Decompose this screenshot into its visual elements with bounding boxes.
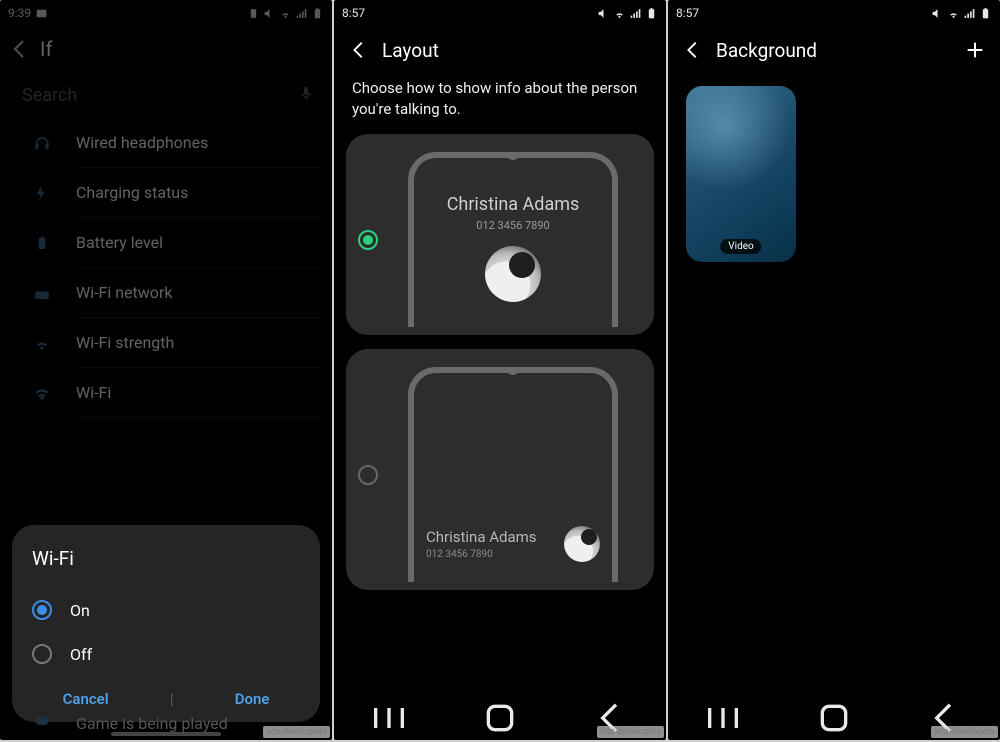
headphones-icon <box>32 133 52 153</box>
status-time: 8:57 <box>342 6 365 20</box>
contact-name: Christina Adams <box>426 528 537 546</box>
radio-icon <box>32 600 52 620</box>
device-frame-icon: Christina Adams 012 3456 7890 <box>408 367 618 582</box>
search-placeholder: Search <box>22 85 77 106</box>
status-bar: 8:57 <box>668 0 1000 26</box>
vibrate-icon <box>247 7 260 20</box>
device-frame-icon: Christina Adams 012 3456 7890 <box>408 152 618 327</box>
mic-icon[interactable] <box>298 83 314 107</box>
signal-icon <box>295 7 308 20</box>
search-input[interactable]: Search <box>0 72 332 118</box>
dialog-title: Wi-Fi <box>32 547 300 570</box>
home-indicator[interactable] <box>111 732 221 736</box>
wifi-icon <box>613 7 626 20</box>
phone-screenshot-3: 8:57 Background Video <box>668 0 1000 740</box>
wifi-router-icon <box>32 283 52 303</box>
thumbnail-badge: Video <box>720 239 761 254</box>
radio-option-on[interactable]: On <box>32 588 300 632</box>
mute-icon <box>597 7 610 20</box>
list-item[interactable]: Wi-Fi <box>76 368 320 418</box>
radio-option-off[interactable]: Off <box>32 632 300 676</box>
wifi-strength-icon <box>32 333 52 353</box>
list-item[interactable]: Wi-Fi strength <box>76 318 320 368</box>
back-chevron-icon[interactable] <box>348 39 370 61</box>
battery-icon <box>32 233 52 253</box>
battery-icon <box>311 7 324 20</box>
avatar <box>485 246 541 302</box>
list-item[interactable] <box>76 418 320 468</box>
watermark: xda-developers <box>263 726 330 738</box>
page-subtitle: Choose how to show info about the person… <box>334 74 666 134</box>
nav-home-icon[interactable] <box>814 706 854 730</box>
radio-icon <box>358 230 378 250</box>
background-thumbnail[interactable]: Video <box>686 86 796 262</box>
battery-icon <box>645 7 658 20</box>
layout-option-small[interactable]: Christina Adams 012 3456 7890 <box>346 349 654 590</box>
watermark: xda-developers <box>597 726 664 738</box>
gamepad-icon <box>32 713 52 733</box>
nav-recents-icon[interactable] <box>703 706 743 730</box>
status-bar: 9:39 <box>0 0 332 26</box>
header: If <box>0 26 332 72</box>
bluetooth-icon <box>32 433 52 453</box>
list-item[interactable]: Wired headphones <box>76 118 320 168</box>
page-title: Layout <box>382 39 439 62</box>
back-chevron-icon[interactable] <box>682 39 704 61</box>
phone-screenshot-1: 9:39 If Search <box>0 0 332 740</box>
signal-icon <box>963 7 976 20</box>
wifi-dialog: Wi-Fi On Off Cancel | Done <box>12 525 320 722</box>
contact-name: Christina Adams <box>414 194 612 215</box>
signal-icon <box>629 7 642 20</box>
header: Layout <box>334 26 666 74</box>
back-chevron-icon[interactable] <box>8 37 32 61</box>
status-bar: 8:57 <box>334 0 666 26</box>
header: Background <box>668 26 1000 74</box>
wifi-icon <box>279 7 292 20</box>
image-icon <box>35 7 48 20</box>
phone-screenshot-2: 8:57 Layout Choose how to show info abou… <box>334 0 666 740</box>
page-title: Background <box>716 39 817 62</box>
nav-home-icon[interactable] <box>480 706 520 730</box>
list-item[interactable]: Battery level <box>76 218 320 268</box>
layout-option-large[interactable]: Christina Adams 012 3456 7890 <box>346 134 654 335</box>
mute-icon <box>931 7 944 20</box>
list-item[interactable]: Charging status <box>76 168 320 218</box>
avatar <box>564 526 600 562</box>
status-time: 9:39 <box>8 6 31 20</box>
contact-number: 012 3456 7890 <box>426 549 537 560</box>
wifi-icon <box>32 383 52 403</box>
nav-recents-icon[interactable] <box>369 706 409 730</box>
bolt-icon <box>32 183 52 203</box>
radio-icon <box>358 465 378 485</box>
condition-list: Wired headphones Charging status Battery… <box>0 118 332 468</box>
watermark: xda-developers <box>931 726 998 738</box>
contact-number: 012 3456 7890 <box>414 219 612 232</box>
list-item[interactable]: Wi-Fi network <box>76 268 320 318</box>
wifi-icon <box>947 7 960 20</box>
add-button[interactable] <box>964 39 986 61</box>
status-time: 8:57 <box>676 6 699 20</box>
page-title: If <box>40 37 52 61</box>
mute-icon <box>263 7 276 20</box>
battery-icon <box>979 7 992 20</box>
radio-icon <box>32 644 52 664</box>
